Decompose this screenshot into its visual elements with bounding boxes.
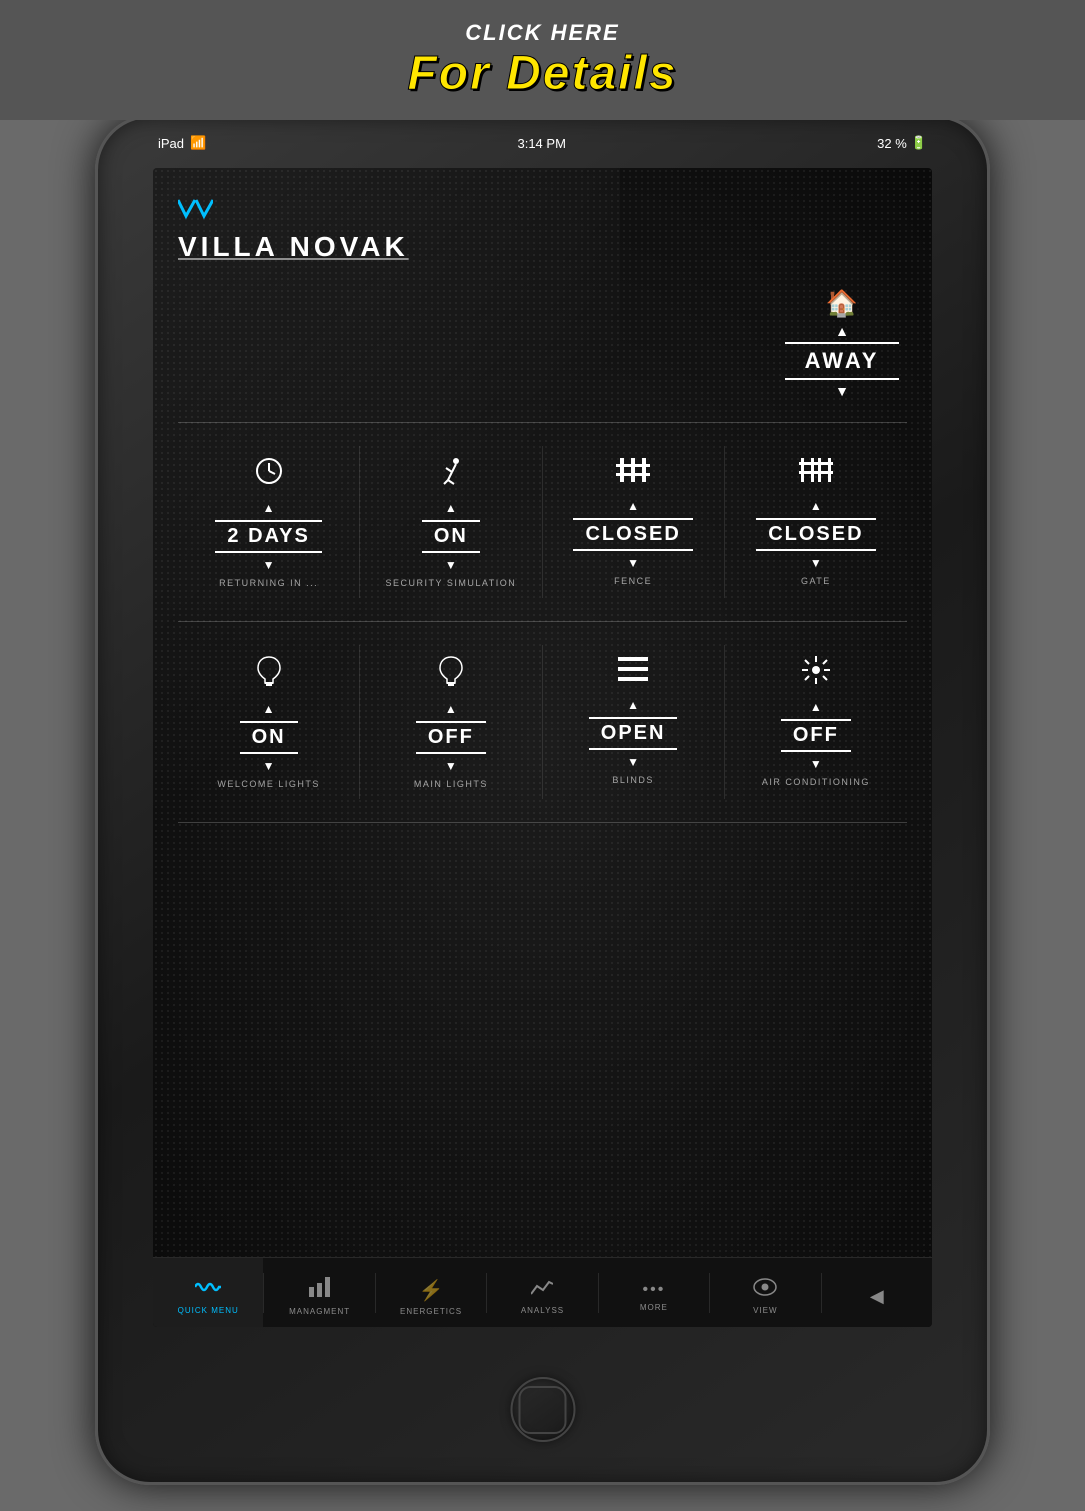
ac-item[interactable]: ▲ OFF ▼ AIR CONDITIONING bbox=[725, 645, 907, 799]
main-light-icon bbox=[437, 655, 465, 694]
status-bar: iPad 📶 3:14 PM 32 % 🔋 bbox=[158, 128, 927, 158]
away-widget[interactable]: 🏠 ▲ AWAY ▼ bbox=[777, 288, 907, 399]
gate-label: GATE bbox=[801, 576, 831, 586]
status-right: 32 % 🔋 bbox=[877, 135, 927, 151]
wifi-icon: 📶 bbox=[190, 135, 206, 151]
security-arrow-up: ▲ bbox=[445, 501, 457, 515]
days-arrow-up: ▲ bbox=[263, 501, 275, 515]
ipad-shell: iPad 📶 3:14 PM 32 % 🔋 VILLA NOVAK bbox=[95, 115, 990, 1485]
gate-icon bbox=[799, 456, 833, 491]
welcome-arrow-down: ▼ bbox=[263, 759, 275, 773]
blinds-item[interactable]: ▲ OPEN ▼ BLINDS bbox=[543, 645, 725, 799]
device-name: iPad bbox=[158, 136, 184, 151]
days-value: 2 DAYS bbox=[215, 520, 321, 553]
ipad-home-button[interactable] bbox=[510, 1377, 575, 1442]
battery-level: 32 % bbox=[877, 136, 907, 151]
gate-item[interactable]: ▲ CLOSED ▼ GATE bbox=[725, 446, 907, 598]
security-item[interactable]: ▲ ON ▼ SECURITY SIMULATION bbox=[360, 446, 542, 598]
welcome-label: WELCOME LIGHTS bbox=[217, 779, 320, 789]
click-here-label: CLICK HERE bbox=[465, 20, 619, 46]
ac-icon bbox=[800, 655, 832, 692]
returning-item[interactable]: ▲ 2 DAYS ▼ RETURNING IN ... bbox=[178, 446, 360, 598]
welcome-lights-item[interactable]: ▲ ON ▼ WELCOME LIGHTS bbox=[178, 645, 360, 799]
away-label: AWAY bbox=[785, 342, 900, 380]
main-lights-label: MAIN LIGHTS bbox=[414, 779, 488, 789]
security-value: ON bbox=[422, 520, 480, 553]
for-details-label: For Details bbox=[407, 46, 677, 101]
divider-3 bbox=[178, 822, 907, 823]
ac-label: AIR CONDITIONING bbox=[762, 777, 870, 787]
fence-arrow-down: ▼ bbox=[627, 556, 639, 570]
fence-arrow-up: ▲ bbox=[627, 499, 639, 513]
fence-value: CLOSED bbox=[573, 518, 692, 551]
away-section[interactable]: 🏠 ▲ AWAY ▼ bbox=[178, 283, 907, 414]
home-button-inner bbox=[519, 1386, 567, 1434]
main-lights-item[interactable]: ▲ OFF ▼ MAIN LIGHTS bbox=[360, 645, 542, 799]
app-header: VILLA NOVAK bbox=[178, 188, 907, 283]
app-title: VILLA NOVAK bbox=[178, 231, 907, 263]
main-lights-arrow-up: ▲ bbox=[445, 702, 457, 716]
blinds-arrow-down: ▼ bbox=[627, 755, 639, 769]
gate-arrow-down: ▼ bbox=[810, 556, 822, 570]
battery-icon: 🔋 bbox=[911, 135, 927, 151]
ac-arrow-up: ▲ bbox=[810, 700, 822, 714]
ipad-screen: VILLA NOVAK 🏠 ▲ AWAY ▼ bbox=[153, 168, 932, 1327]
home-icon: 🏠 bbox=[826, 288, 858, 319]
away-arrow-down: ▼ bbox=[835, 383, 849, 399]
clock-icon bbox=[254, 456, 284, 493]
main-lights-value: OFF bbox=[416, 721, 486, 754]
main-lights-arrow-down: ▼ bbox=[445, 759, 457, 773]
fence-item[interactable]: ▲ CLOSED ▼ FENCE bbox=[543, 446, 725, 598]
days-arrow-down: ▼ bbox=[263, 558, 275, 572]
security-label: SECURITY SIMULATION bbox=[386, 578, 517, 588]
blinds-label: BLINDS bbox=[612, 775, 654, 785]
vm-logo bbox=[178, 198, 907, 226]
row2-grid: ▲ ON ▼ WELCOME LIGHTS ▲ OFF bbox=[178, 630, 907, 814]
welcome-arrow-up: ▲ bbox=[263, 702, 275, 716]
divider-2 bbox=[178, 621, 907, 622]
screen-content: VILLA NOVAK 🏠 ▲ AWAY ▼ bbox=[153, 168, 932, 1327]
divider-1 bbox=[178, 422, 907, 423]
blinds-icon bbox=[618, 655, 648, 690]
gate-arrow-up: ▲ bbox=[810, 499, 822, 513]
away-arrow-up: ▲ bbox=[835, 323, 849, 339]
fence-icon bbox=[616, 456, 650, 491]
blinds-value: OPEN bbox=[589, 717, 678, 750]
status-time: 3:14 PM bbox=[517, 136, 565, 151]
runner-icon bbox=[436, 456, 466, 493]
welcome-value: ON bbox=[240, 721, 298, 754]
status-left: iPad 📶 bbox=[158, 135, 206, 151]
top-banner[interactable]: CLICK HERE For Details bbox=[0, 0, 1085, 120]
fence-label: FENCE bbox=[614, 576, 652, 586]
welcome-light-icon bbox=[255, 655, 283, 694]
gate-value: CLOSED bbox=[756, 518, 875, 551]
ac-arrow-down: ▼ bbox=[810, 757, 822, 771]
returning-label: RETURNING IN ... bbox=[219, 578, 318, 588]
row1-grid: ▲ 2 DAYS ▼ RETURNING IN ... bbox=[178, 431, 907, 613]
blinds-arrow-up: ▲ bbox=[627, 698, 639, 712]
security-arrow-down: ▼ bbox=[445, 558, 457, 572]
ac-value: OFF bbox=[781, 719, 851, 752]
